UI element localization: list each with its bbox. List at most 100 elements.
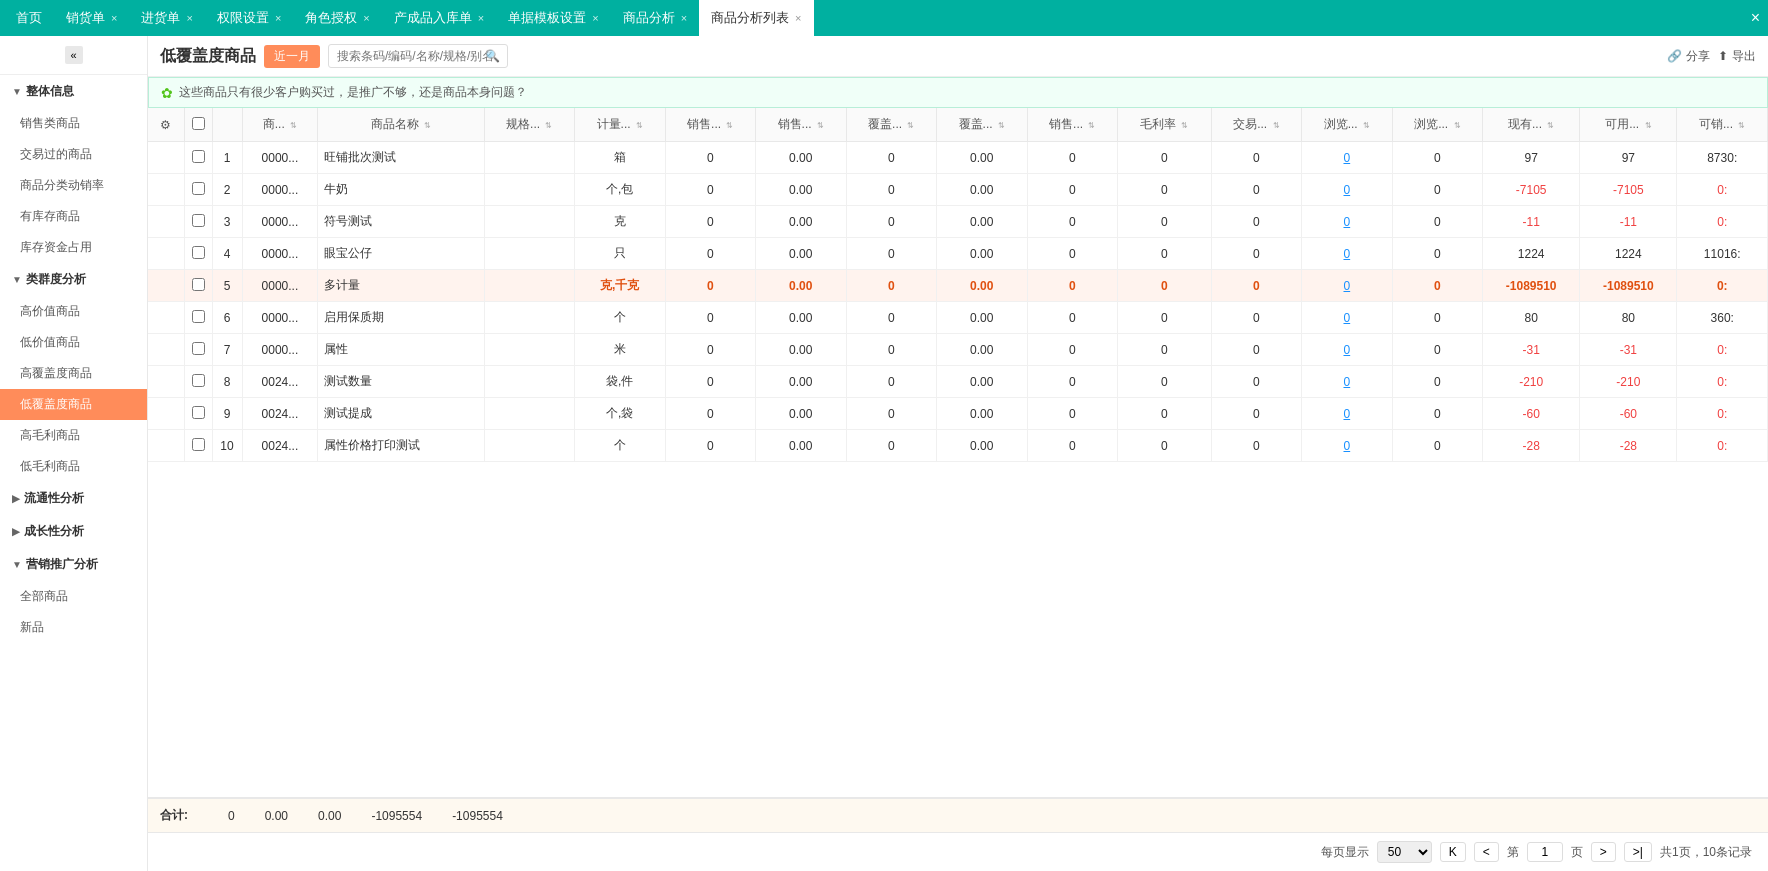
close-icon[interactable]: × bbox=[363, 12, 369, 24]
close-icon[interactable]: × bbox=[478, 12, 484, 24]
row-checkbox[interactable] bbox=[184, 174, 212, 206]
close-icon[interactable]: × bbox=[795, 12, 801, 24]
nav-tab-purchase[interactable]: 进货单 × bbox=[129, 0, 204, 36]
row-browse1[interactable]: 0 bbox=[1302, 174, 1393, 206]
sidebar-item-inventory-capital[interactable]: 库存资金占用 bbox=[0, 232, 147, 263]
sidebar-item-high-margin[interactable]: 高毛利商品 bbox=[0, 420, 147, 451]
row-browse1[interactable]: 0 bbox=[1302, 302, 1393, 334]
col-header-unit[interactable]: 计量... ⇅ bbox=[575, 108, 666, 142]
col-header-sales-amount[interactable]: 销售... ⇅ bbox=[756, 108, 847, 142]
row-browse1[interactable]: 0 bbox=[1302, 366, 1393, 398]
col-header-sales3[interactable]: 销售... ⇅ bbox=[1027, 108, 1118, 142]
next-page-button[interactable]: > bbox=[1591, 842, 1616, 862]
row-browse1[interactable]: 0 bbox=[1302, 430, 1393, 462]
row-code: 0000... bbox=[242, 270, 318, 302]
row-checkbox[interactable] bbox=[184, 366, 212, 398]
row-checkbox[interactable] bbox=[184, 302, 212, 334]
close-icon[interactable]: × bbox=[681, 12, 687, 24]
row-checkbox[interactable] bbox=[184, 238, 212, 270]
nav-tab-template[interactable]: 单据模板设置 × bbox=[496, 0, 610, 36]
nav-tab-product-analysis-list[interactable]: 商品分析列表 × bbox=[699, 0, 813, 36]
select-all-checkbox[interactable] bbox=[192, 117, 205, 130]
page-size-select[interactable]: 50 100 200 bbox=[1377, 841, 1432, 863]
col-header-coverage2[interactable]: 覆盖... ⇅ bbox=[937, 108, 1028, 142]
nav-tab-sales[interactable]: 销货单 × bbox=[54, 0, 129, 36]
sidebar-section-circulation[interactable]: ▶ 流通性分析 bbox=[0, 482, 147, 515]
row-code: 0000... bbox=[242, 238, 318, 270]
nav-tab-product-analysis[interactable]: 商品分析 × bbox=[611, 0, 699, 36]
col-header-trade[interactable]: 交易... ⇅ bbox=[1211, 108, 1302, 142]
row-available-stock: -31 bbox=[1580, 334, 1677, 366]
row-sales-amount: 0.00 bbox=[756, 430, 847, 462]
col-header-sales-count[interactable]: 销售... ⇅ bbox=[665, 108, 756, 142]
row-browse1[interactable]: 0 bbox=[1302, 334, 1393, 366]
row-sales-count: 0 bbox=[665, 174, 756, 206]
last-page-button[interactable]: >| bbox=[1624, 842, 1652, 862]
sidebar-item-low-value[interactable]: 低价值商品 bbox=[0, 327, 147, 358]
close-icon[interactable]: × bbox=[111, 12, 117, 24]
close-icon[interactable]: × bbox=[186, 12, 192, 24]
sidebar-item-sales-products[interactable]: 销售类商品 bbox=[0, 108, 147, 139]
row-checkbox[interactable] bbox=[184, 206, 212, 238]
content-header: 低覆盖度商品 近一月 🔍 🔗 分享 ⬆ 导出 bbox=[148, 36, 1768, 77]
row-coverage1: 0 bbox=[846, 238, 937, 270]
col-header-gross-margin[interactable]: 毛利率 ⇅ bbox=[1118, 108, 1212, 142]
row-checkbox[interactable] bbox=[184, 430, 212, 462]
row-checkbox[interactable] bbox=[184, 270, 212, 302]
nav-tab-permission[interactable]: 权限设置 × bbox=[205, 0, 293, 36]
nav-tab-role[interactable]: 角色授权 × bbox=[293, 0, 381, 36]
col-header-current-stock[interactable]: 现有... ⇅ bbox=[1483, 108, 1580, 142]
prev-page-button[interactable]: < bbox=[1474, 842, 1499, 862]
row-browse1[interactable]: 0 bbox=[1302, 398, 1393, 430]
row-checkbox[interactable] bbox=[184, 398, 212, 430]
nav-tab-home[interactable]: 首页 bbox=[4, 0, 54, 36]
current-page-input[interactable] bbox=[1527, 842, 1563, 862]
sidebar-item-new-products[interactable]: 新品 bbox=[0, 612, 147, 643]
col-header-browse1[interactable]: 浏览... ⇅ bbox=[1302, 108, 1393, 142]
first-page-button[interactable]: K bbox=[1440, 842, 1466, 862]
sidebar-item-high-value[interactable]: 高价值商品 bbox=[0, 296, 147, 327]
table-footer: 合计: 0 0.00 0.00 -1095554 -1095554 bbox=[148, 797, 1768, 832]
row-sales-count: 0 bbox=[665, 238, 756, 270]
sidebar-item-traded-products[interactable]: 交易过的商品 bbox=[0, 139, 147, 170]
share-button[interactable]: 🔗 分享 bbox=[1667, 48, 1710, 65]
sidebar-section-growth[interactable]: ▶ 成长性分析 bbox=[0, 515, 147, 548]
export-button[interactable]: ⬆ 导出 bbox=[1718, 48, 1756, 65]
sidebar-section-marketing[interactable]: ▼ 营销推广分析 bbox=[0, 548, 147, 581]
col-header-browse2[interactable]: 浏览... ⇅ bbox=[1392, 108, 1483, 142]
col-header-saleable[interactable]: 可销... ⇅ bbox=[1677, 108, 1768, 142]
sidebar-item-all-products[interactable]: 全部商品 bbox=[0, 581, 147, 612]
sidebar-collapse-button[interactable]: « bbox=[65, 46, 83, 64]
row-browse1[interactable]: 0 bbox=[1302, 142, 1393, 174]
row-checkbox[interactable] bbox=[184, 142, 212, 174]
row-browse1[interactable]: 0 bbox=[1302, 270, 1393, 302]
settings-column-header[interactable]: ⚙ bbox=[148, 108, 184, 142]
col-header-code[interactable]: 商... ⇅ bbox=[242, 108, 318, 142]
row-current-stock: 97 bbox=[1483, 142, 1580, 174]
row-browse1[interactable]: 0 bbox=[1302, 206, 1393, 238]
col-header-available-stock[interactable]: 可用... ⇅ bbox=[1580, 108, 1677, 142]
sidebar-item-low-coverage[interactable]: 低覆盖度商品 bbox=[0, 389, 147, 420]
row-trade: 0 bbox=[1211, 302, 1302, 334]
sidebar-section-overall[interactable]: ▼ 整体信息 bbox=[0, 75, 147, 108]
search-input[interactable] bbox=[328, 44, 508, 68]
sidebar-item-category-rate[interactable]: 商品分类动销率 bbox=[0, 170, 147, 201]
window-close-button[interactable]: × bbox=[1751, 9, 1760, 27]
row-checkbox[interactable] bbox=[184, 334, 212, 366]
sidebar-item-inventory-products[interactable]: 有库存商品 bbox=[0, 201, 147, 232]
row-saleable: 0: bbox=[1677, 174, 1768, 206]
sidebar-section-cluster[interactable]: ▼ 类群度分析 bbox=[0, 263, 147, 296]
close-icon[interactable]: × bbox=[592, 12, 598, 24]
col-header-coverage1[interactable]: 覆盖... ⇅ bbox=[846, 108, 937, 142]
sidebar-item-low-margin[interactable]: 低毛利商品 bbox=[0, 451, 147, 482]
sidebar-item-high-coverage[interactable]: 高覆盖度商品 bbox=[0, 358, 147, 389]
page-suffix: 页 bbox=[1571, 844, 1583, 861]
nav-tab-product-warehouse[interactable]: 产成品入库单 × bbox=[382, 0, 496, 36]
col-header-spec[interactable]: 规格... ⇅ bbox=[484, 108, 575, 142]
row-actions bbox=[148, 142, 184, 174]
date-filter-button[interactable]: 近一月 bbox=[264, 45, 320, 68]
col-header-name[interactable]: 商品名称 ⇅ bbox=[318, 108, 484, 142]
row-coverage2: 0.00 bbox=[937, 174, 1028, 206]
close-icon[interactable]: × bbox=[275, 12, 281, 24]
row-browse1[interactable]: 0 bbox=[1302, 238, 1393, 270]
